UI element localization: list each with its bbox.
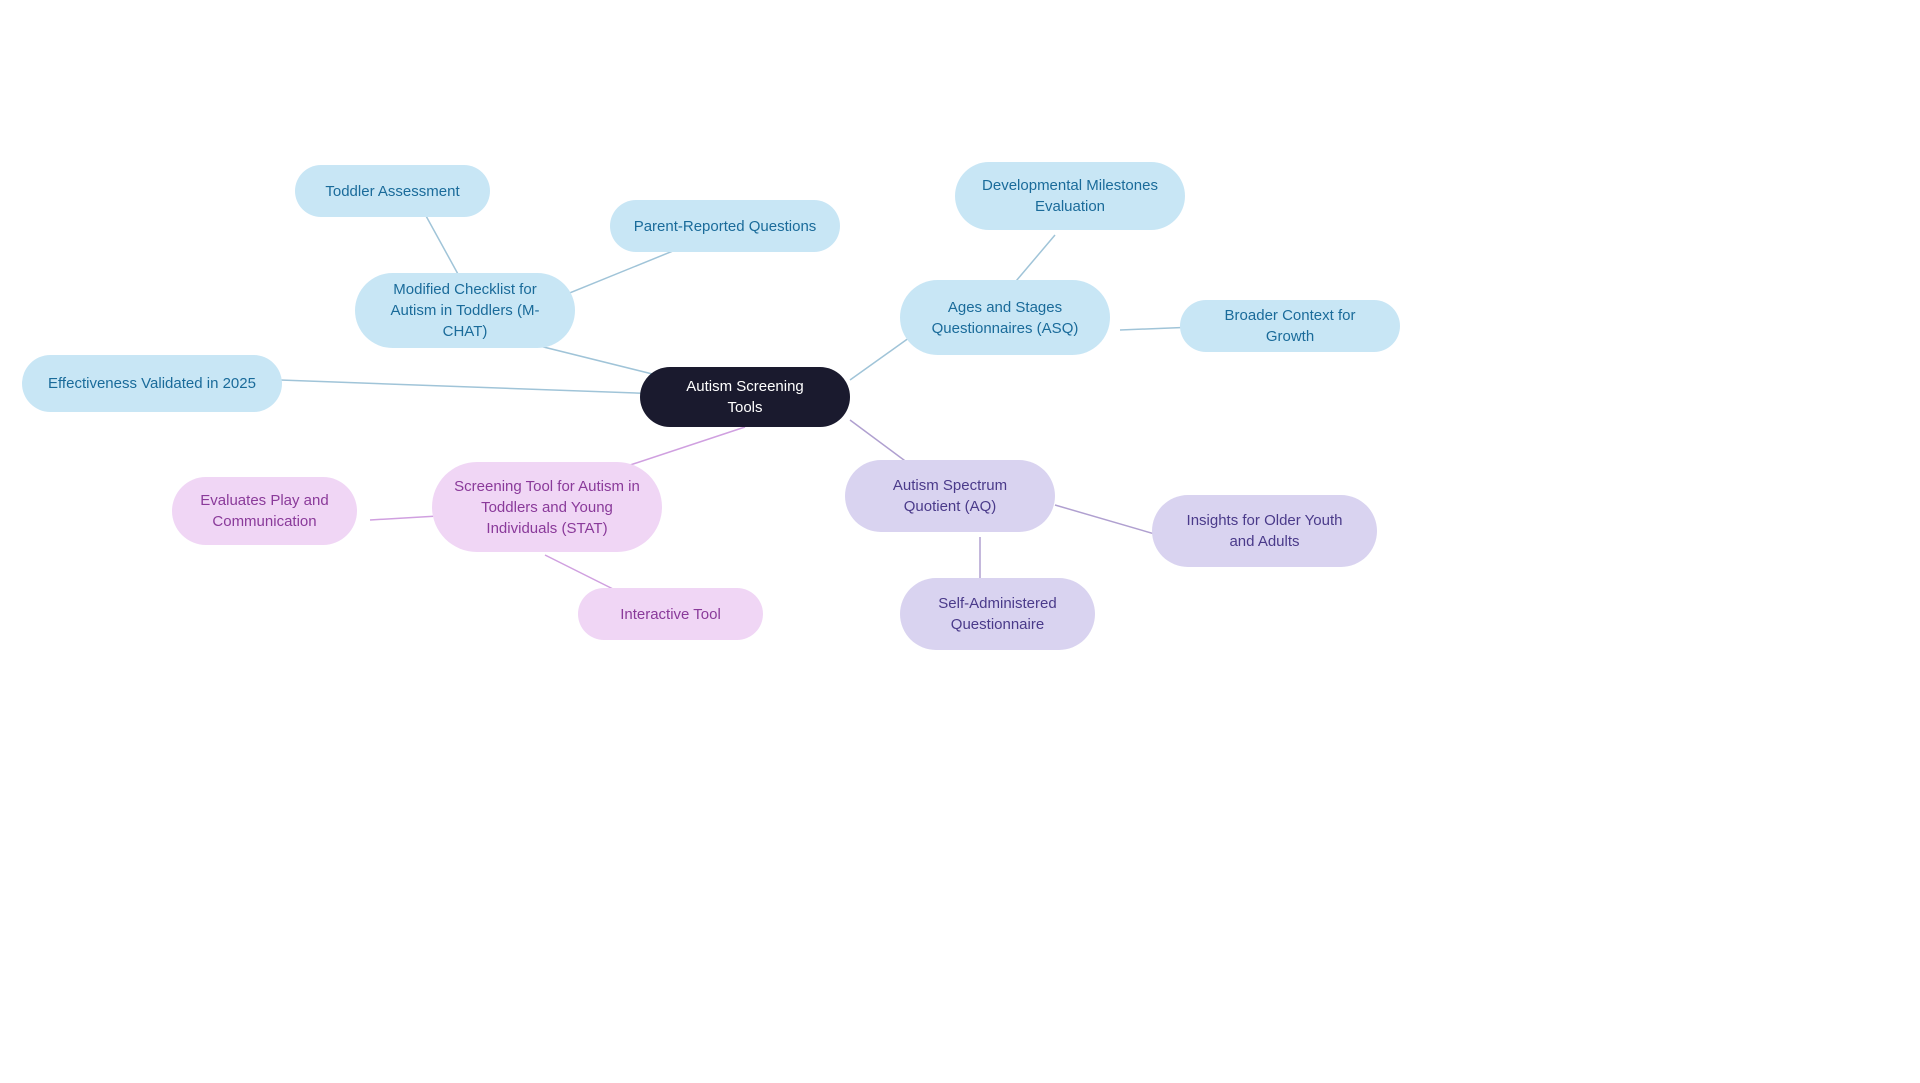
evaluates-play-label: Evaluates Play and Communication [194,490,335,532]
developmental-label: Developmental Milestones Evaluation [977,175,1163,217]
broader-context-label: Broader Context for Growth [1202,305,1378,347]
mchat-label: Modified Checklist for Autism in Toddler… [377,279,553,342]
parent-reported-label: Parent-Reported Questions [634,216,817,237]
insights-older-label: Insights for Older Youth and Adults [1174,510,1355,552]
mchat-node[interactable]: Modified Checklist for Autism in Toddler… [355,273,575,348]
self-admin-label: Self-Administered Questionnaire [922,593,1073,635]
effectiveness-node[interactable]: Effectiveness Validated in 2025 [22,355,282,412]
effectiveness-label: Effectiveness Validated in 2025 [48,373,256,394]
interactive-tool-label: Interactive Tool [620,604,721,625]
asq-node[interactable]: Ages and Stages Questionnaires (ASQ) [900,280,1110,355]
parent-reported-node[interactable]: Parent-Reported Questions [610,200,840,252]
developmental-node[interactable]: Developmental Milestones Evaluation [955,162,1185,230]
insights-older-node[interactable]: Insights for Older Youth and Adults [1152,495,1377,567]
aq-label: Autism Spectrum Quotient (AQ) [867,475,1033,517]
center-node[interactable]: Autism Screening Tools [640,367,850,427]
broader-context-node[interactable]: Broader Context for Growth [1180,300,1400,352]
toddler-assessment-node[interactable]: Toddler Assessment [295,165,490,217]
self-admin-node[interactable]: Self-Administered Questionnaire [900,578,1095,650]
asq-label: Ages and Stages Questionnaires (ASQ) [922,297,1088,339]
aq-node[interactable]: Autism Spectrum Quotient (AQ) [845,460,1055,532]
center-node-label: Autism Screening Tools [684,376,806,418]
mind-map-container: Autism Screening Tools Modified Checklis… [0,0,1920,1083]
interactive-tool-node[interactable]: Interactive Tool [578,588,763,640]
stat-node[interactable]: Screening Tool for Autism in Toddlers an… [432,462,662,552]
evaluates-play-node[interactable]: Evaluates Play and Communication [172,477,357,545]
toddler-assessment-label: Toddler Assessment [325,181,459,202]
stat-label: Screening Tool for Autism in Toddlers an… [454,476,640,539]
